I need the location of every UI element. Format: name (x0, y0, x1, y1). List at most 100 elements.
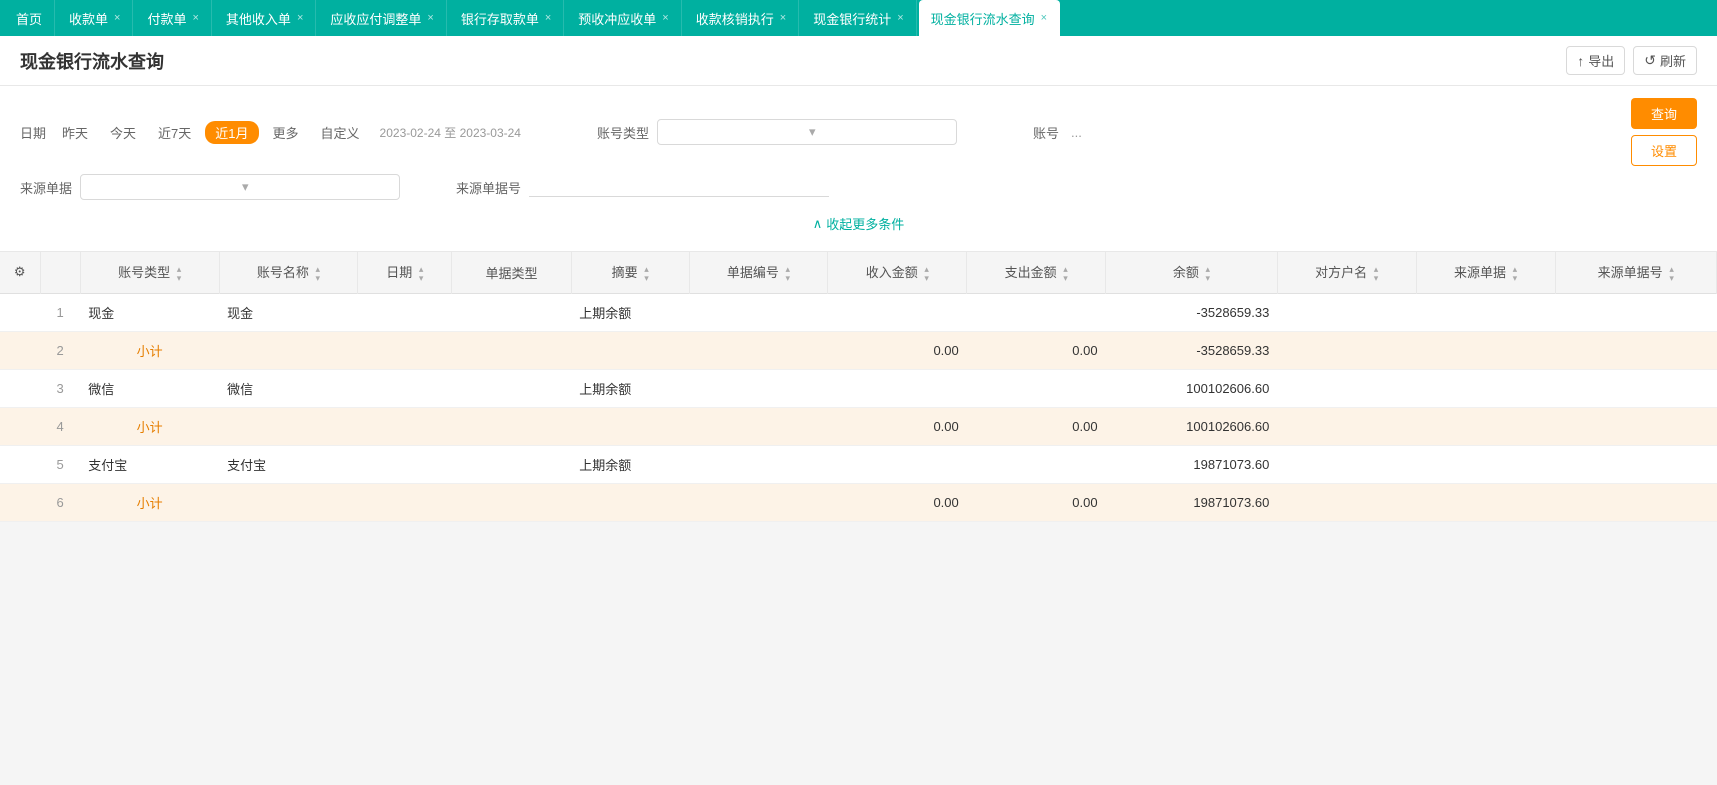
row-cell (1277, 369, 1416, 407)
tab-label: 应收应付调整单 (330, 9, 421, 28)
column-doc-type[interactable]: 单据类型 (452, 252, 572, 293)
row-cell: 微信 (219, 369, 358, 407)
column-settings[interactable]: ⚙ (0, 252, 40, 293)
row-cell (689, 445, 828, 483)
tab-close-icon[interactable]: × (192, 12, 198, 24)
row-cell: 支付宝 (219, 445, 358, 483)
row-gear (0, 407, 40, 445)
chevron-down-icon: ▾ (242, 179, 391, 195)
source-doc-filter-group: 来源单据 ▾ (20, 174, 400, 200)
row-gear (0, 293, 40, 331)
row-cell (1416, 293, 1555, 331)
table-body: 1现金现金上期余额-3528659.332小计0.000.00-3528659.… (0, 293, 1717, 521)
column-expense[interactable]: 支出金额 ▴▾ (967, 252, 1106, 293)
collapse-label: 收起更多条件 (826, 214, 904, 233)
sort-icon: ▴▾ (924, 265, 929, 283)
row-cell (689, 483, 828, 521)
column-balance[interactable]: 余额 ▴▾ (1106, 252, 1278, 293)
row-cell (1555, 293, 1716, 331)
nav-tab-home[interactable]: 首页 (4, 0, 55, 36)
row-cell (452, 331, 572, 369)
row-cell: 小计 (80, 483, 219, 521)
nav-tab-payment[interactable]: 付款单 × (135, 0, 211, 36)
row-cell (452, 483, 572, 521)
nav-tab-other-income[interactable]: 其他收入单 × (214, 0, 316, 36)
column-counterpart[interactable]: 对方户名 ▴▾ (1277, 252, 1416, 293)
action-buttons: 查询 设置 (1631, 98, 1697, 166)
account-type-label: 账号类型 (597, 123, 649, 142)
column-source-doc[interactable]: 来源单据 ▴▾ (1416, 252, 1555, 293)
column-date[interactable]: 日期 ▴▾ (358, 252, 452, 293)
date-opt-more[interactable]: 更多 (265, 121, 307, 144)
sort-icon: ▴▾ (786, 265, 791, 283)
sort-icon: ▴▾ (1669, 265, 1674, 283)
row-gear (0, 483, 40, 521)
setting-button[interactable]: 设置 (1631, 135, 1697, 166)
row-cell (571, 331, 689, 369)
data-table: ⚙ 账号类型 ▴▾ 账号名称 ▴▾ 日期 ▴▾ 单据类型 (0, 252, 1717, 522)
tab-close-icon[interactable]: × (427, 12, 433, 24)
account-type-select[interactable]: ▾ (657, 119, 957, 145)
sort-icon: ▴▾ (316, 265, 321, 283)
row-cell (1416, 369, 1555, 407)
row-cell (689, 407, 828, 445)
source-doc-no-input[interactable] (529, 179, 829, 194)
nav-tab-receipt-verify[interactable]: 收款核销执行 × (684, 0, 799, 36)
tab-close-icon[interactable]: × (897, 12, 903, 24)
nav-tab-bank-deposit[interactable]: 银行存取款单 × (449, 0, 564, 36)
row-cell (689, 331, 828, 369)
sort-icon: ▴▾ (1206, 265, 1211, 283)
date-opt-7days[interactable]: 近7天 (150, 121, 199, 144)
nav-tab-prepay-offset[interactable]: 预收冲应收单 × (566, 0, 681, 36)
column-doc-no[interactable]: 单据编号 ▴▾ (689, 252, 828, 293)
nav-tab-cash-bank-flow[interactable]: 现金银行流水查询 × (919, 0, 1060, 36)
row-cell (358, 369, 452, 407)
tab-close-icon[interactable]: × (545, 12, 551, 24)
row-cell: 0.00 (828, 331, 967, 369)
row-cell (1416, 445, 1555, 483)
row-cell (828, 369, 967, 407)
row-cell (1277, 293, 1416, 331)
tab-close-icon[interactable]: × (1041, 12, 1047, 24)
export-button[interactable]: ↑ 导出 (1566, 46, 1625, 75)
date-opt-custom[interactable]: 自定义 (313, 121, 368, 144)
date-opt-1month[interactable]: 近1月 (205, 121, 258, 144)
row-num: 1 (40, 293, 80, 331)
nav-tab-ar-ap-adjust[interactable]: 应收应付调整单 × (318, 0, 446, 36)
tab-label: 预收冲应收单 (578, 9, 656, 28)
top-navigation: 首页 收款单 × 付款单 × 其他收入单 × 应收应付调整单 × 银行存取款单 … (0, 0, 1717, 36)
query-button[interactable]: 查询 (1631, 98, 1697, 129)
date-range-display: 2023-02-24 至 2023-03-24 (380, 124, 521, 141)
source-doc-no-label: 来源单据号 (456, 178, 521, 197)
tab-close-icon[interactable]: × (297, 12, 303, 24)
row-cell (358, 445, 452, 483)
tab-close-icon[interactable]: × (662, 12, 668, 24)
date-opt-today[interactable]: 今天 (102, 121, 144, 144)
date-opt-yesterday[interactable]: 昨天 (54, 121, 96, 144)
column-account-name[interactable]: 账号名称 ▴▾ (219, 252, 358, 293)
row-cell (219, 331, 358, 369)
tab-label: 现金银行统计 (813, 9, 891, 28)
column-income[interactable]: 收入金额 ▴▾ (828, 252, 967, 293)
row-num: 5 (40, 445, 80, 483)
column-summary[interactable]: 摘要 ▴▾ (571, 252, 689, 293)
nav-tab-cash-bank-stats[interactable]: 现金银行统计 × (801, 0, 916, 36)
column-account-type[interactable]: 账号类型 ▴▾ (80, 252, 219, 293)
data-table-container: ⚙ 账号类型 ▴▾ 账号名称 ▴▾ 日期 ▴▾ 单据类型 (0, 252, 1717, 522)
row-cell (1416, 331, 1555, 369)
row-cell: 小计 (80, 407, 219, 445)
export-label: 导出 (1588, 51, 1614, 70)
row-cell (1555, 445, 1716, 483)
column-source-doc-no[interactable]: 来源单据号 ▴▾ (1555, 252, 1716, 293)
account-label: 账号 (1033, 123, 1059, 142)
tab-close-icon[interactable]: × (780, 12, 786, 24)
collapse-up-icon: ∧ (813, 216, 823, 232)
tab-close-icon[interactable]: × (114, 12, 120, 24)
nav-tab-receipt[interactable]: 收款单 × (57, 0, 133, 36)
collapse-bar[interactable]: ∧ 收起更多条件 (20, 208, 1697, 239)
row-cell: 上期余额 (571, 369, 689, 407)
refresh-label: 刷新 (1660, 51, 1686, 70)
refresh-button[interactable]: ↺ 刷新 (1633, 46, 1697, 75)
source-doc-select[interactable]: ▾ (80, 174, 400, 200)
account-dots[interactable]: ... (1071, 125, 1082, 140)
